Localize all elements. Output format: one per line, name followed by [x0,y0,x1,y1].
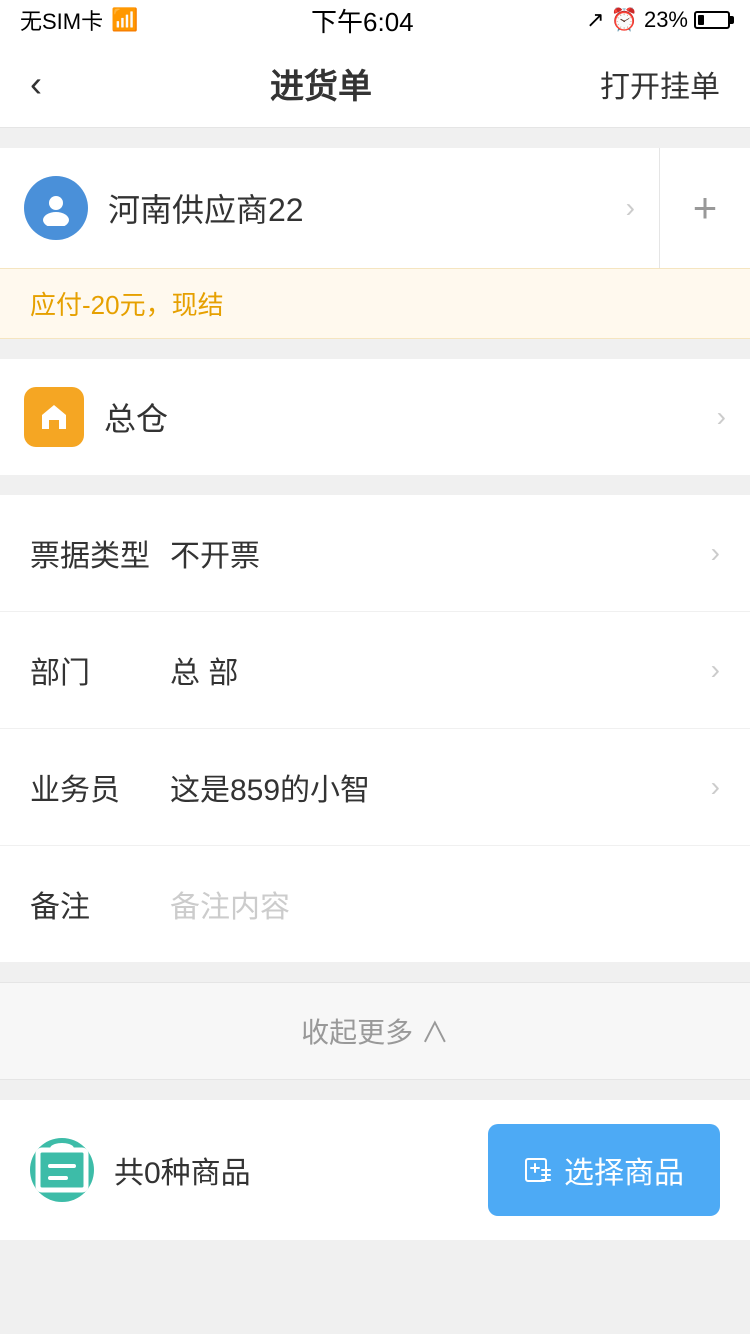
cart-icon [30,1138,94,1202]
open-hang-button[interactable]: 打开挂单 [600,62,720,106]
notice-text: 应付-20元，现结 [30,290,224,320]
warehouse-name: 总仓 [104,394,707,440]
collapse-label: 收起更多 ∧ [301,1011,449,1051]
supplier-selector[interactable]: 河南供应商22 › [0,148,660,268]
battery-icon [694,11,730,29]
select-product-button[interactable]: 选择商品 [488,1124,720,1216]
chevron-right-icon: › [717,401,726,433]
alarm-icon: ⏰ [611,7,638,33]
person-icon [38,190,74,226]
wifi-icon: 📶 [111,7,138,33]
select-product-label: 选择商品 [564,1148,684,1192]
status-bar: 无SIM卡 📶 下午6:04 ↗ ⏰ 23% [0,0,750,40]
section-gap-1 [0,128,750,148]
chevron-right-icon: › [711,537,720,569]
bottom-bar: 共0种商品 选择商品 [0,1100,750,1240]
salesperson-label: 业务员 [30,765,150,809]
remark-label: 备注 [30,882,150,926]
department-label: 部门 [30,648,150,692]
warehouse-icon [24,387,84,447]
status-left: 无SIM卡 📶 [20,4,139,36]
remark-row[interactable]: 备注 备注内容 [0,846,750,962]
home-icon [38,401,70,433]
collapse-row[interactable]: 收起更多 ∧ [0,982,750,1080]
nav-bar: ‹ 进货单 打开挂单 [0,40,750,128]
department-value: 总 部 [170,648,701,692]
location-icon: ↗ [586,7,604,33]
form-section: 票据类型 不开票 › 部门 总 部 › 业务员 这是859的小智 › 备注 备注… [0,495,750,962]
remark-input[interactable]: 备注内容 [170,882,720,926]
invoice-type-value: 不开票 [170,531,701,575]
warehouse-section[interactable]: 总仓 › [0,359,750,475]
carrier-label: 无SIM卡 [20,4,103,36]
invoice-type-label: 票据类型 [30,531,150,575]
supplier-name: 河南供应商22 [108,185,616,231]
battery-label: 23% [644,7,688,33]
add-supplier-button[interactable]: + [660,184,750,232]
product-icon [30,1138,94,1202]
chevron-right-icon: › [711,654,720,686]
chevron-right-icon: › [626,192,635,224]
product-count: 共0种商品 [114,1148,488,1192]
salesperson-value: 这是859的小智 [170,765,701,809]
chevron-right-icon: › [711,771,720,803]
status-time: 下午6:04 [311,2,414,39]
page-title: 进货单 [270,59,372,108]
back-button[interactable]: ‹ [30,63,42,105]
department-row[interactable]: 部门 总 部 › [0,612,750,729]
salesperson-row[interactable]: 业务员 这是859的小智 › [0,729,750,846]
supplier-avatar [24,176,88,240]
supplier-section: 河南供应商22 › + [0,148,750,268]
invoice-type-row[interactable]: 票据类型 不开票 › [0,495,750,612]
status-right: ↗ ⏰ 23% [586,7,730,33]
notice-bar: 应付-20元，现结 [0,268,750,339]
add-product-icon [524,1155,554,1185]
